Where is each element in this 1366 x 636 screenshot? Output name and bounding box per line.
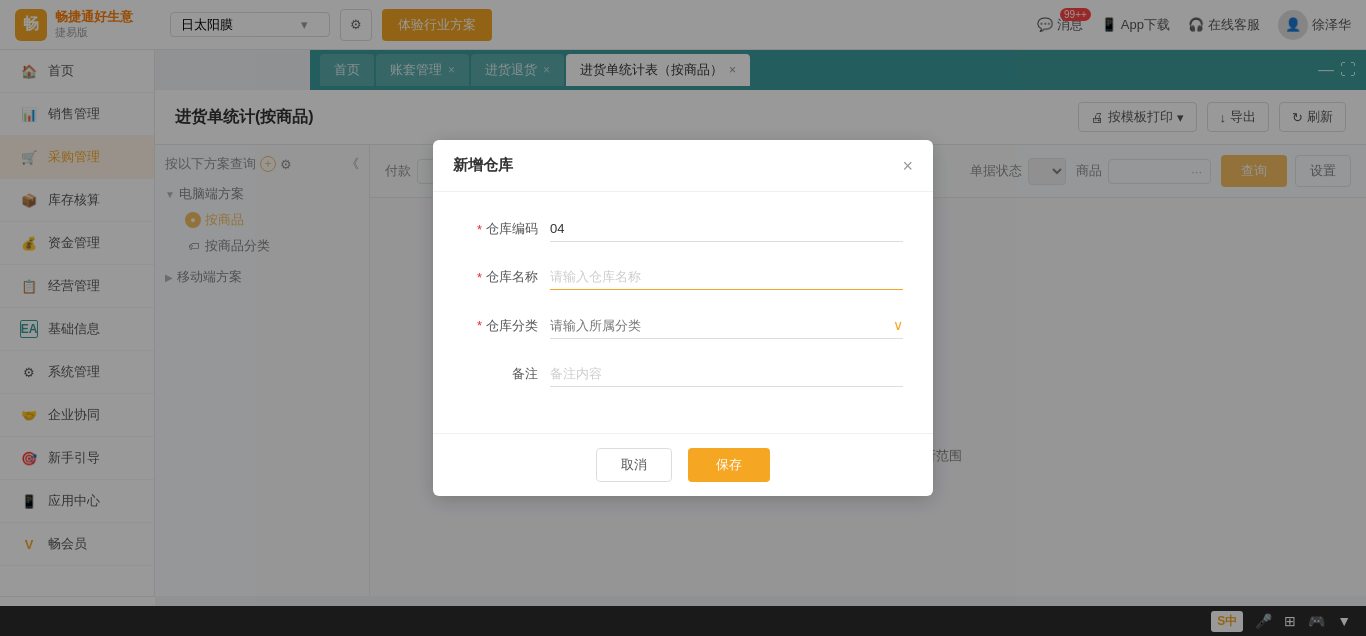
category-label-text: 仓库分类 <box>486 317 538 335</box>
remark-input[interactable] <box>550 361 903 387</box>
required-star3: * <box>477 318 482 333</box>
modal-title: 新增仓库 <box>453 156 513 175</box>
remark-label-text: 备注 <box>512 365 538 383</box>
modal-close-button[interactable]: × <box>902 157 913 175</box>
code-row: * 仓库编码 <box>463 216 903 242</box>
modal-body: * 仓库编码 * 仓库名称 * 仓库分类 <box>433 192 933 433</box>
category-select-wrap[interactable]: ∨ <box>550 312 903 339</box>
name-label-text: 仓库名称 <box>486 268 538 286</box>
required-star2: * <box>477 270 482 285</box>
name-input[interactable] <box>550 264 903 290</box>
add-warehouse-modal: 新增仓库 × * 仓库编码 * 仓库名称 <box>433 140 933 496</box>
code-input[interactable] <box>550 216 903 242</box>
remark-label: 备注 <box>463 365 538 383</box>
save-button[interactable]: 保存 <box>688 448 770 482</box>
name-label: * 仓库名称 <box>463 268 538 286</box>
cancel-button[interactable]: 取消 <box>596 448 672 482</box>
modal-header: 新增仓库 × <box>433 140 933 192</box>
remark-row: 备注 <box>463 361 903 387</box>
code-label-text: 仓库编码 <box>486 220 538 238</box>
code-label: * 仓库编码 <box>463 220 538 238</box>
category-chevron-icon: ∨ <box>893 317 903 333</box>
modal-overlay: 新增仓库 × * 仓库编码 * 仓库名称 <box>0 0 1366 636</box>
modal-footer: 取消 保存 <box>433 433 933 496</box>
category-input[interactable] <box>550 318 893 333</box>
required-star: * <box>477 222 482 237</box>
name-row: * 仓库名称 <box>463 264 903 290</box>
category-row: * 仓库分类 ∨ <box>463 312 903 339</box>
category-label: * 仓库分类 <box>463 317 538 335</box>
